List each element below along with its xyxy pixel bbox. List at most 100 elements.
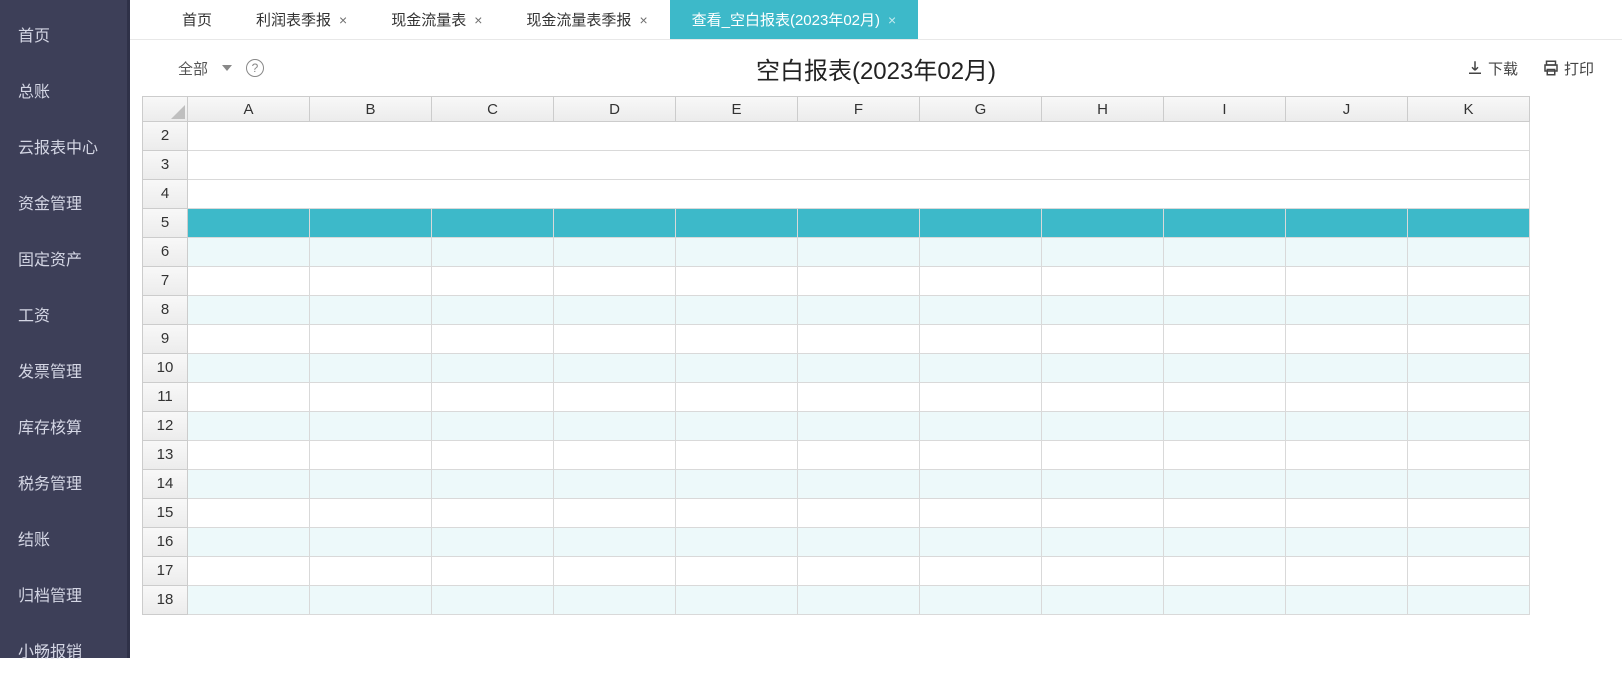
cell[interactable]: [1042, 354, 1164, 383]
row-header[interactable]: 5: [142, 209, 188, 238]
cell[interactable]: [920, 441, 1042, 470]
row-header[interactable]: 9: [142, 325, 188, 354]
cell[interactable]: [1286, 354, 1408, 383]
sidebar-item-invoice[interactable]: 发票管理: [0, 342, 130, 398]
cell[interactable]: [798, 383, 920, 412]
sidebar-item-tax[interactable]: 税务管理: [0, 454, 130, 510]
select-all-corner[interactable]: [142, 96, 188, 122]
row-header[interactable]: 16: [142, 528, 188, 557]
sidebar-item-funds[interactable]: 资金管理: [0, 174, 130, 230]
filter-dropdown[interactable]: 全部 ?: [178, 58, 264, 79]
cell[interactable]: [920, 354, 1042, 383]
cell[interactable]: [432, 441, 554, 470]
cell[interactable]: [920, 325, 1042, 354]
cell[interactable]: [1286, 470, 1408, 499]
cell[interactable]: [310, 412, 432, 441]
cell[interactable]: [798, 209, 920, 238]
cell[interactable]: [1042, 296, 1164, 325]
cell[interactable]: [1286, 238, 1408, 267]
cell[interactable]: [1164, 122, 1286, 151]
cell[interactable]: [554, 151, 676, 180]
cell[interactable]: [554, 267, 676, 296]
cell[interactable]: [1042, 209, 1164, 238]
cell[interactable]: [310, 209, 432, 238]
cell[interactable]: [188, 296, 310, 325]
download-button[interactable]: 下载: [1466, 58, 1518, 79]
cell[interactable]: [1408, 238, 1530, 267]
cell[interactable]: [432, 325, 554, 354]
column-header[interactable]: D: [554, 96, 676, 122]
row-header[interactable]: 14: [142, 470, 188, 499]
column-header[interactable]: K: [1408, 96, 1530, 122]
cell[interactable]: [554, 586, 676, 615]
cell[interactable]: [1286, 528, 1408, 557]
sidebar-item-home[interactable]: 首页: [0, 6, 130, 62]
cell[interactable]: [1042, 238, 1164, 267]
cell[interactable]: [676, 528, 798, 557]
cell[interactable]: [432, 586, 554, 615]
cell[interactable]: [310, 499, 432, 528]
cell[interactable]: [310, 354, 432, 383]
cell[interactable]: [920, 151, 1042, 180]
cell[interactable]: [798, 470, 920, 499]
cell[interactable]: [554, 441, 676, 470]
cell[interactable]: [920, 499, 1042, 528]
cell[interactable]: [798, 151, 920, 180]
cell[interactable]: [432, 209, 554, 238]
cell[interactable]: [676, 296, 798, 325]
row-header[interactable]: 8: [142, 296, 188, 325]
column-header[interactable]: G: [920, 96, 1042, 122]
cell[interactable]: [432, 296, 554, 325]
cell[interactable]: [188, 441, 310, 470]
cell[interactable]: [432, 470, 554, 499]
row-header[interactable]: 4: [142, 180, 188, 209]
cell[interactable]: [1408, 383, 1530, 412]
cell[interactable]: [676, 383, 798, 412]
row-header[interactable]: 13: [142, 441, 188, 470]
cell[interactable]: [310, 325, 432, 354]
sidebar-item-payroll[interactable]: 工资: [0, 286, 130, 342]
cell[interactable]: [1042, 528, 1164, 557]
cell[interactable]: [1164, 180, 1286, 209]
cell[interactable]: [676, 151, 798, 180]
cell[interactable]: [432, 557, 554, 586]
cell[interactable]: [920, 383, 1042, 412]
cell[interactable]: [188, 557, 310, 586]
cell[interactable]: [310, 528, 432, 557]
cell[interactable]: [554, 238, 676, 267]
cell[interactable]: [676, 209, 798, 238]
cell[interactable]: [310, 586, 432, 615]
cell[interactable]: [1042, 325, 1164, 354]
cell[interactable]: [188, 499, 310, 528]
cell[interactable]: [188, 209, 310, 238]
cell[interactable]: [920, 528, 1042, 557]
cell[interactable]: [676, 470, 798, 499]
cell[interactable]: [676, 499, 798, 528]
cell[interactable]: [1408, 209, 1530, 238]
cell[interactable]: [1042, 586, 1164, 615]
cell[interactable]: [1042, 151, 1164, 180]
cell[interactable]: [920, 267, 1042, 296]
column-header[interactable]: H: [1042, 96, 1164, 122]
close-icon[interactable]: ×: [888, 12, 896, 28]
cell[interactable]: [188, 325, 310, 354]
cell[interactable]: [1408, 267, 1530, 296]
sidebar-item-archive[interactable]: 归档管理: [0, 566, 130, 622]
cell[interactable]: [1286, 586, 1408, 615]
cell[interactable]: [432, 499, 554, 528]
cell[interactable]: [1408, 354, 1530, 383]
cell[interactable]: [1286, 180, 1408, 209]
sidebar-item-closing[interactable]: 结账: [0, 510, 130, 566]
cell[interactable]: [1286, 209, 1408, 238]
cell[interactable]: [1286, 122, 1408, 151]
cell[interactable]: [920, 557, 1042, 586]
row-header[interactable]: 11: [142, 383, 188, 412]
cell[interactable]: [310, 180, 432, 209]
help-icon[interactable]: ?: [246, 59, 264, 77]
row-header[interactable]: 12: [142, 412, 188, 441]
cell[interactable]: [554, 180, 676, 209]
cell[interactable]: [1042, 441, 1164, 470]
cell[interactable]: [554, 528, 676, 557]
cell[interactable]: [554, 209, 676, 238]
cell[interactable]: [188, 412, 310, 441]
